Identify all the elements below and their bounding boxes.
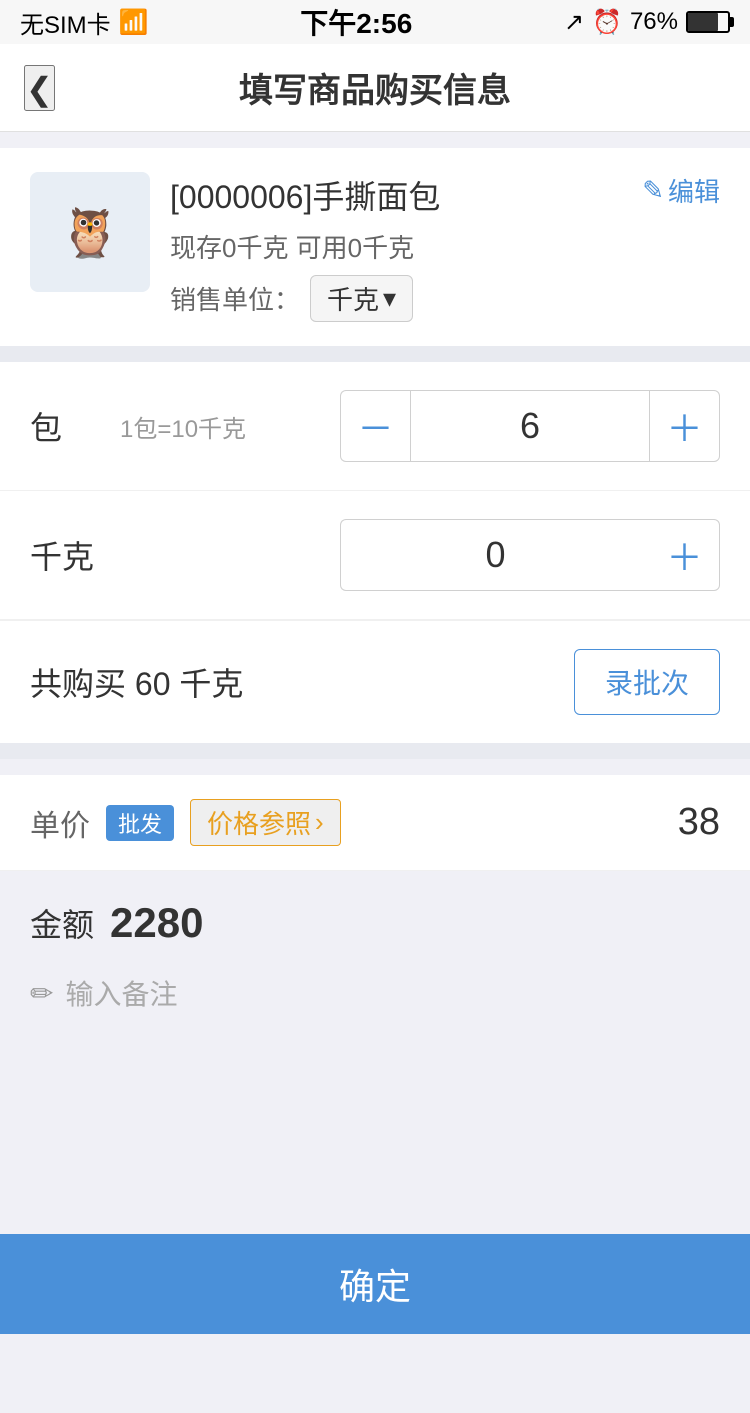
summary-row: 共购买 60 千克 录批次 — [0, 620, 750, 743]
pencil-icon: ✏ — [30, 977, 53, 1010]
product-info: [0000006]手撕面包 现存0千克 可用0千克 销售单位： 千克 ▾ — [170, 172, 720, 322]
status-bar: 无SIM卡 📶 下午2:56 ↗ ⏰ 76% — [0, 0, 750, 44]
batch-button[interactable]: 录批次 — [574, 649, 720, 715]
price-label: 单价 — [30, 801, 90, 845]
package-sublabel: 1包=10千克 — [120, 409, 340, 444]
remark-row[interactable]: ✏ 输入备注 — [30, 963, 720, 1023]
product-card: 🦉 [0000006]手撕面包 现存0千克 可用0千克 销售单位： 千克 ▾ ✎… — [0, 148, 750, 346]
product-stock: 现存0千克 可用0千克 — [170, 228, 720, 265]
kg-label: 千克 — [30, 532, 110, 578]
chevron-right-icon: › — [315, 807, 324, 838]
product-logo: 🦉 — [60, 204, 120, 261]
price-section: 单价 批发 价格参照 › 38 — [0, 775, 750, 871]
price-ref-button[interactable]: 价格参照 › — [190, 799, 341, 846]
amount-value: 2280 — [110, 899, 203, 947]
product-unit-row: 销售单位： 千克 ▾ — [170, 275, 720, 322]
package-minus-button[interactable]: － — [340, 390, 410, 462]
package-qty-input[interactable] — [410, 390, 650, 462]
chevron-down-icon: ▾ — [383, 283, 396, 314]
status-left: 无SIM卡 📶 — [20, 5, 149, 40]
kg-qty-control: ＋ — [340, 519, 720, 591]
battery-text: 76% — [630, 8, 678, 36]
amount-label: 金额 — [30, 900, 94, 946]
amount-row: 金额 2280 — [30, 899, 720, 947]
page-title: 填写商品购买信息 — [239, 63, 511, 112]
summary-text: 共购买 60 千克 — [30, 659, 243, 705]
location-icon: ↗ — [564, 8, 584, 37]
package-row: 包 1包=10千克 － ＋ — [0, 362, 750, 491]
wifi-icon: 📶 — [119, 8, 149, 37]
product-image: 🦉 — [30, 172, 150, 292]
status-right: ↗ ⏰ 76% — [564, 8, 730, 37]
product-name: [0000006]手撕面包 — [170, 172, 720, 218]
empty-area — [0, 1033, 750, 1413]
section-divider-1 — [0, 346, 750, 362]
unit-selector[interactable]: 千克 ▾ — [310, 275, 413, 322]
kg-qty-input[interactable] — [340, 519, 650, 591]
package-qty-control: － ＋ — [340, 390, 720, 462]
price-ref-label: 价格参照 — [207, 804, 311, 841]
confirm-button[interactable]: 确定 — [0, 1234, 750, 1334]
section-divider-2 — [0, 743, 750, 759]
amount-section: 金额 2280 ✏ 输入备注 — [0, 871, 750, 1033]
alarm-icon: ⏰ — [592, 8, 622, 37]
package-label: 包 — [30, 403, 110, 449]
carrier-text: 无SIM卡 — [20, 5, 111, 40]
status-time: 下午2:56 — [300, 2, 412, 42]
input-section: 包 1包=10千克 － ＋ 千克 ＋ — [0, 362, 750, 620]
price-value: 38 — [678, 801, 720, 844]
back-button[interactable] — [24, 65, 55, 111]
unit-label: 销售单位： — [170, 280, 300, 317]
kg-row: 千克 ＋ — [0, 491, 750, 620]
edit-icon: ✎ — [642, 175, 664, 206]
edit-button[interactable]: ✎ 编辑 — [642, 172, 720, 209]
kg-plus-button[interactable]: ＋ — [650, 519, 720, 591]
price-tag: 批发 — [106, 805, 174, 841]
package-plus-button[interactable]: ＋ — [650, 390, 720, 462]
nav-bar: 填写商品购买信息 — [0, 44, 750, 132]
price-row: 单价 批发 价格参照 › 38 — [0, 775, 750, 871]
battery-icon — [686, 11, 730, 33]
remark-placeholder: 输入备注 — [65, 973, 177, 1013]
